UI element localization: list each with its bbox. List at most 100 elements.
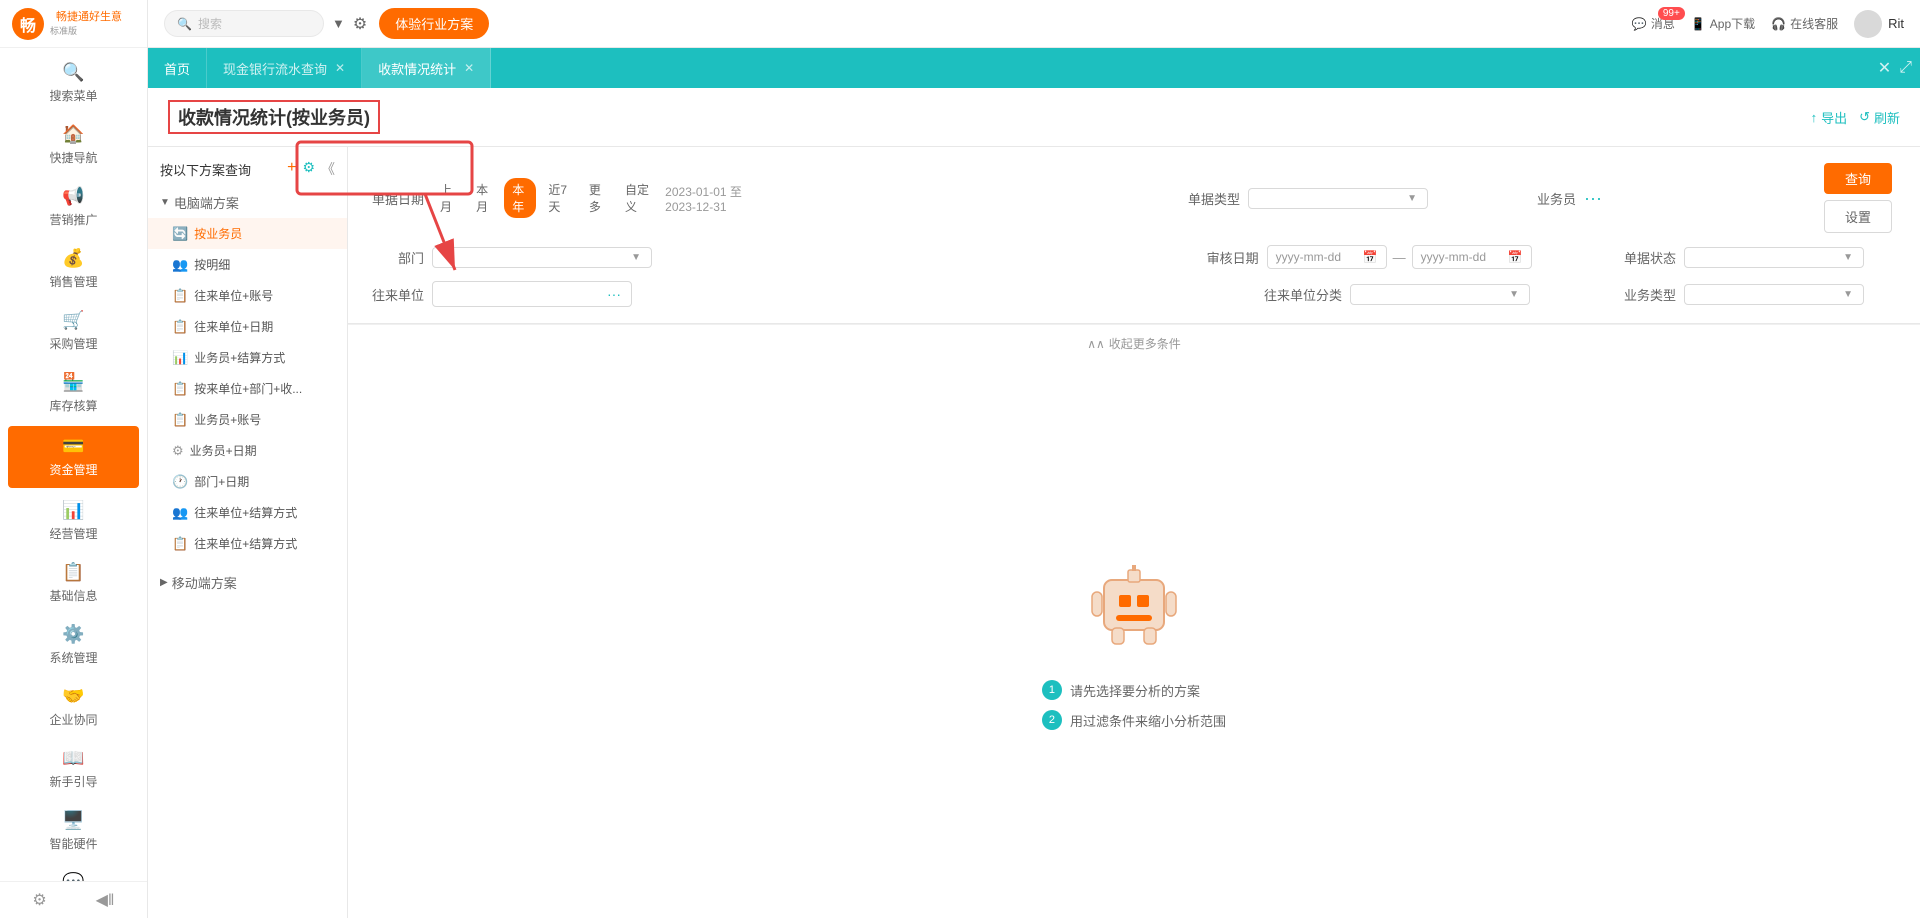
business-type-item: 业务类型 ▼ [1620,284,1900,305]
sidebar: 畅 畅捷通好生意 标准版 🔍 搜索菜单 🏠 快捷导航 📢 营销推广 💰 销售管理… [0,0,148,918]
step-2-num: 2 [1042,710,1062,730]
sidebar-item-search[interactable]: 🔍 搜索菜单 [0,52,147,114]
audit-from-icon: 📅 [1363,250,1378,264]
sidebar-item-basic[interactable]: 📋 基础信息 [0,552,147,614]
partner-category-select[interactable]: ▼ [1350,284,1530,305]
hardware-icon: 🖥️ [62,810,84,831]
date-btn-this-year[interactable]: 本年 [504,178,536,218]
bill-status-select[interactable]: ▼ [1684,247,1864,268]
sidebar-item-business[interactable]: 📊 经营管理 [0,490,147,552]
scheme-item-salesman-account[interactable]: 📋 业务员+账号 [148,404,347,435]
topbar-gear[interactable]: ⚙ [353,14,367,34]
content-area: 收款情况统计(按业务员) ↑ 导出 ↺ 刷新 按以下方 [148,88,1920,918]
scheme-item-partner-date[interactable]: 📋 往来单位+日期 [148,311,347,342]
user-profile[interactable]: Rit [1854,10,1904,38]
scheme-item-dept-date[interactable]: 🕐 部门+日期 [148,466,347,497]
tab-receipt-stats-label: 收款情况统计 [378,59,456,78]
solution-button[interactable]: 体验行业方案 [379,8,489,39]
sidebar-item-inventory[interactable]: 🏪 库存核算 [0,362,147,424]
desktop-scheme-group: ▼ 电脑端方案 🔄 按业务员 👥 按明细 📋 [148,187,347,559]
tab-bank-flow-close[interactable]: ✕ [335,61,345,75]
sidebar-item-marketing[interactable]: 📢 营销推广 [0,176,147,238]
by-partner-dept-label: 按来单位+部门+收... [194,380,302,397]
tab-receipt-stats[interactable]: 收款情况统计 ✕ [362,48,491,88]
query-button[interactable]: 查询 [1824,163,1892,194]
salesman-more-btn[interactable]: ··· [1584,188,1602,209]
empty-state: 1 请先选择要分析的方案 2 用过滤条件来缩小分析范围 [348,362,1920,918]
date-filter-item: 单据日期 上月 本月 本年 近7天 更多 自定义 2023-01-01 至 20… [368,178,760,218]
topbar-dropdown[interactable]: ▼ [332,16,345,31]
scheme-item-salesman-method[interactable]: 📊 业务员+结算方式 [148,342,347,373]
export-btn[interactable]: ↑ 导出 [1811,108,1848,127]
voucher-type-select[interactable]: ▼ [1248,188,1428,209]
date-btn-this-month[interactable]: 本月 [468,178,500,218]
search-icon: 🔍 [177,17,192,31]
date-btn-custom[interactable]: 自定义 [617,178,657,218]
sidebar-item-guide[interactable]: 📖 新手引导 [0,738,147,800]
scheme-settings-btn[interactable]: ⚙ [302,159,315,179]
collapse-bar[interactable]: ∧∧ 收起更多条件 [348,324,1920,362]
filter-row-2: 部门 ▼ 审核日期 [368,245,1900,269]
business-type-select[interactable]: ▼ [1684,284,1864,305]
sidebar-collapse-btn[interactable]: ◀‖ [96,890,115,910]
by-detail-label: 按明细 [194,256,230,273]
step-1-num: 1 [1042,680,1062,700]
dept-select[interactable]: ▼ [432,247,652,268]
online-service-btn[interactable]: 🎧 在线客服 [1771,15,1838,32]
scheme-panel-title: 按以下方案查询 [160,160,251,179]
sidebar-settings-btn[interactable]: ⚙ [32,890,46,910]
scheme-item-partner-account[interactable]: 📋 往来单位+账号 [148,280,347,311]
sidebar-item-quick-nav[interactable]: 🏠 快捷导航 [0,114,147,176]
sidebar-item-system[interactable]: ⚙️ 系统管理 [0,614,147,676]
scheme-collapse-btn[interactable]: 《 [321,159,335,179]
tab-home[interactable]: 首页 [148,48,207,88]
sidebar-item-purchase[interactable]: 🛒 采购管理 [0,300,147,362]
mobile-group-header[interactable]: ▶ 移动端方案 [148,567,347,598]
messages-btn[interactable]: 💬 消息 99+ [1632,15,1675,32]
scheme-item-partner-method1[interactable]: 👥 往来单位+结算方式 [148,497,347,528]
date-btn-more[interactable]: 更多 [581,178,613,218]
scheme-item-partner-method2[interactable]: 📋 往来单位+结算方式 [148,528,347,559]
marketing-icon: 📢 [62,186,84,207]
search-box[interactable]: 🔍 搜索 [164,10,324,37]
date-btn-last-month[interactable]: 上月 [432,178,464,218]
partner-more-btn[interactable]: ··· [607,286,621,302]
voucher-type-item: 单据类型 ▼ [1184,188,1504,209]
username: Rit [1888,16,1904,31]
scheme-item-salesman-date[interactable]: ⚙ 业务员+日期 [148,435,347,466]
app-download-label: App下载 [1710,15,1755,32]
scheme-item-by-salesman[interactable]: 🔄 按业务员 [148,218,347,249]
add-scheme-btn[interactable]: + [287,159,296,179]
sidebar-item-enterprise[interactable]: 🤝 企业协同 [0,676,147,738]
scheme-item-by-salesman-label: 按业务员 [194,225,242,242]
audit-date-to[interactable]: yyyy-mm-dd 📅 [1412,245,1532,269]
scheme-item-by-detail[interactable]: 👥 按明细 [148,249,347,280]
refresh-label: 刷新 [1874,108,1900,127]
scheme-item-by-partner-dept[interactable]: 📋 按来单位+部门+收... [148,373,347,404]
voucher-type-arrow: ▼ [1407,193,1417,204]
sidebar-bottom: ⚙ ◀‖ [0,881,147,918]
tabbar-close-btn[interactable]: ✕ [1878,58,1891,78]
logo-name: 畅捷通好生意 [56,10,122,24]
empty-step-2: 2 用过滤条件来缩小分析范围 [1042,710,1226,730]
partner-label: 往来单位 [368,285,424,304]
settings-button[interactable]: 设置 [1824,200,1892,233]
tabbar-expand-btn[interactable]: ⤢ [1899,59,1912,77]
scheme-item-by-salesman-icon: 🔄 [172,226,188,242]
tab-receipt-stats-close[interactable]: ✕ [464,61,474,75]
sidebar-item-sales[interactable]: 💰 销售管理 [0,238,147,300]
sidebar-item-wechat[interactable]: 💬 企业微信 [0,862,147,881]
audit-date-from[interactable]: yyyy-mm-dd 📅 [1267,245,1387,269]
export-label: 导出 [1821,108,1847,127]
logo-icon: 畅 [12,8,44,40]
app-download-btn[interactable]: 📱 App下载 [1691,15,1755,32]
sidebar-item-finance[interactable]: 💳 资金管理 [8,426,139,488]
date-btn-7days[interactable]: 近7天 [540,178,577,218]
sales-icon: 💰 [62,248,84,269]
partner-input[interactable]: ··· [432,281,632,307]
refresh-btn[interactable]: ↺ 刷新 [1859,108,1900,127]
tab-bank-flow[interactable]: 现金银行流水查询 ✕ [207,48,362,88]
salesman-date-icon: ⚙ [172,443,184,459]
sidebar-item-hardware[interactable]: 🖥️ 智能硬件 [0,800,147,862]
desktop-group-header[interactable]: ▼ 电脑端方案 [148,187,347,218]
